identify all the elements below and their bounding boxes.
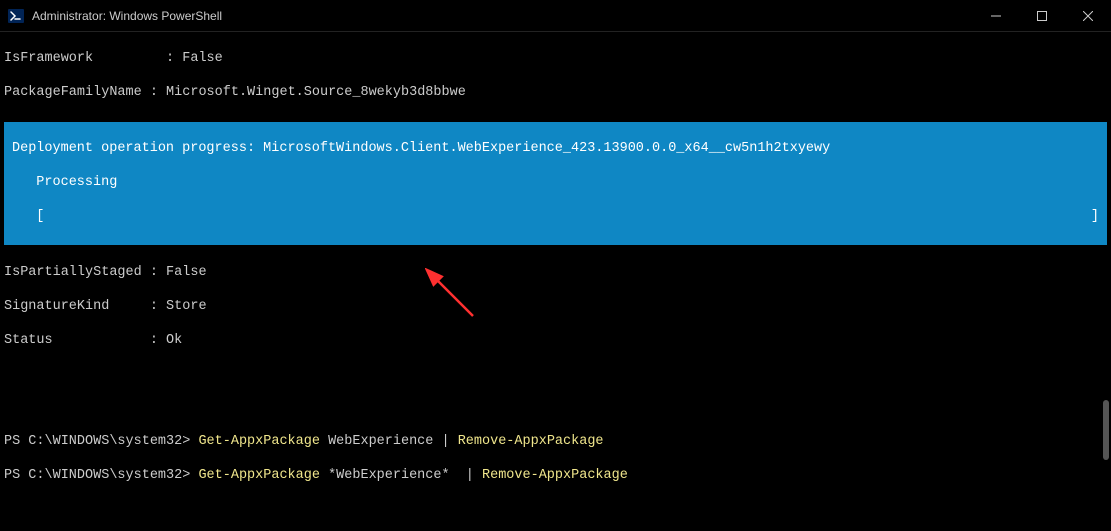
close-button[interactable] [1065, 0, 1111, 31]
output-value: Ok [166, 333, 182, 348]
progress-bar: [] [4, 209, 1107, 226]
bracket-right: ] [1091, 209, 1099, 226]
cmdlet: Remove-AppxPackage [458, 434, 604, 449]
powershell-icon [8, 8, 24, 24]
titlebar: Administrator: Windows PowerShell [0, 0, 1111, 32]
pipe: | [466, 468, 482, 483]
progress-status: Processing [4, 175, 1107, 192]
cmdlet: Remove-AppxPackage [482, 468, 628, 483]
output-sep: : [93, 51, 182, 66]
prompt: PS C:\WINDOWS\system32> [4, 468, 198, 483]
progress-block: Deployment operation progress: Microsoft… [4, 122, 1107, 244]
output-value: Store [166, 299, 207, 314]
output-value: Microsoft.Winget.Source_8wekyb3d8bbwe [166, 85, 466, 100]
output-label: Status [4, 333, 53, 348]
output-sep: : [142, 265, 166, 280]
pipe: | [442, 434, 458, 449]
progress-text: Deployment operation progress: Microsoft… [4, 141, 1107, 158]
maximize-button[interactable] [1019, 0, 1065, 31]
bracket-left: [ [12, 209, 44, 226]
output-value: False [182, 51, 223, 66]
prompt: PS C:\WINDOWS\system32> [4, 434, 198, 449]
minimize-button[interactable] [973, 0, 1019, 31]
output-sep: : [142, 85, 166, 100]
output-sep: : [109, 299, 166, 314]
output-label: IsPartiallyStaged [4, 265, 142, 280]
window-controls [973, 0, 1111, 31]
progress-fill [44, 209, 1090, 226]
arg: *WebExperience* [320, 468, 466, 483]
output-value: False [166, 265, 207, 280]
output-sep: : [53, 333, 166, 348]
output-label: SignatureKind [4, 299, 109, 314]
cmdlet: Get-AppxPackage [198, 468, 320, 483]
scrollbar-thumb[interactable] [1103, 400, 1109, 460]
terminal-output[interactable]: IsFramework : False PackageFamilyName : … [0, 32, 1111, 504]
cmdlet: Get-AppxPackage [198, 434, 320, 449]
arg: WebExperience [320, 434, 442, 449]
window-title: Administrator: Windows PowerShell [32, 9, 973, 23]
output-label: IsFramework [4, 51, 93, 66]
output-label: PackageFamilyName [4, 85, 142, 100]
